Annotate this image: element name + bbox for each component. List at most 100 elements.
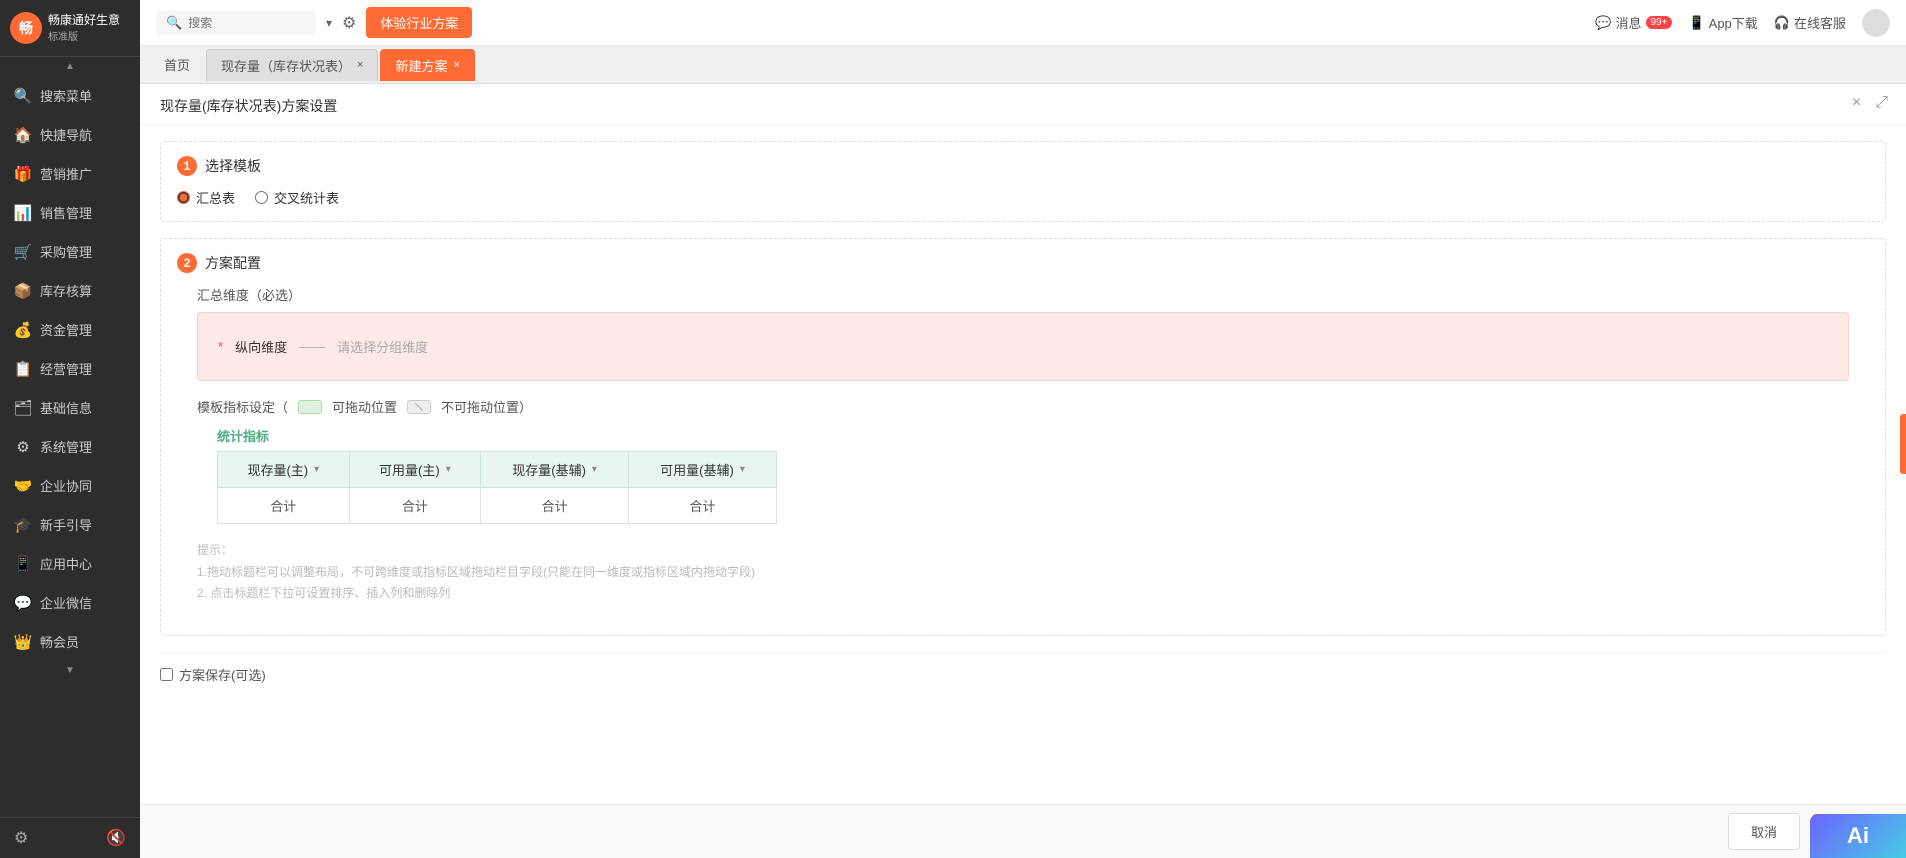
template-option-summary[interactable]: 汇总表 [177, 188, 235, 207]
messages-item[interactable]: 💬 消息 99+ [1595, 13, 1672, 32]
metrics-title: 模板指标设定（ [197, 397, 288, 416]
sales-icon: 📊 [14, 204, 32, 222]
search-dropdown-arrow[interactable]: ▾ [326, 16, 332, 30]
col-header-label-0: 现存量(主) [247, 460, 308, 479]
expand-window-button[interactable]: ⤢ [1869, 92, 1894, 114]
sidebar-item-marketing[interactable]: 🎁 营销推广 [0, 154, 140, 193]
agg-dimension-title: 汇总维度（必选） [197, 285, 1849, 304]
tabs-bar: 首页 现存量（库存状况表） × 新建方案 × [140, 46, 1906, 84]
app-download-item[interactable]: 📱 App下载 [1688, 13, 1757, 32]
settings-gear-icon[interactable]: ⚙ [342, 13, 356, 33]
ai-badge[interactable]: Ai [1810, 814, 1906, 858]
col-header-2[interactable]: 现存量(基辅) ▾ [481, 452, 629, 488]
sidebar-item-label: 搜索菜单 [40, 86, 126, 105]
message-icon: 💬 [1595, 15, 1611, 31]
metrics-section: 模板指标设定（ 可拖动位置 不可拖动位置） 统计指标 现存量(主) [197, 397, 1849, 524]
agg-dimension-section: 汇总维度（必选） * 纵向维度 —— 请选择分组维度 [197, 285, 1849, 381]
sidebar-logo: 畅 畅康通好生意 标准版 [0, 0, 140, 57]
app-download-icon: 📱 [1688, 15, 1704, 31]
agg-pink-box[interactable]: * 纵向维度 —— 请选择分组维度 [197, 312, 1849, 381]
sidebar-item-system[interactable]: ⚙ 系统管理 [0, 427, 140, 466]
search-box[interactable]: 🔍 [156, 11, 316, 35]
sidebar-scroll-down[interactable]: ▼ [0, 661, 140, 680]
online-service-item[interactable]: 🎧 在线客服 [1774, 13, 1846, 32]
window-controls: × ⤢ [1834, 84, 1906, 122]
sidebar-item-inventory[interactable]: 📦 库存核算 [0, 271, 140, 310]
template-option-cross[interactable]: 交叉统计表 [255, 188, 339, 207]
tab-new-scheme-label: 新建方案 [395, 56, 447, 75]
sidebar-item-search-menu[interactable]: 🔍 搜索菜单 [0, 76, 140, 115]
user-avatar[interactable] [1862, 9, 1890, 37]
sidebar-item-member[interactable]: 👑 畅会员 [0, 622, 140, 661]
step2-badge: 2 [177, 253, 197, 273]
col-header-0[interactable]: 现存量(主) ▾ [218, 452, 350, 488]
sidebar-item-label: 经营管理 [40, 359, 126, 378]
template-radio-summary[interactable] [177, 191, 190, 204]
tab-new-scheme[interactable]: 新建方案 × [380, 49, 474, 81]
system-icon: ⚙ [14, 438, 32, 456]
sidebar: 畅 畅康通好生意 标准版 ▲ 🔍 搜索菜单 🏠 快捷导航 🎁 营销推广 📊 销售… [0, 0, 140, 858]
right-edge-bar [1900, 414, 1906, 474]
search-icon: 🔍 [166, 15, 182, 31]
non-draggable-label: 不可拖动位置） [441, 397, 532, 416]
sidebar-item-finance[interactable]: 💰 资金管理 [0, 310, 140, 349]
sidebar-item-basic-info[interactable]: 🗂 基础信息 [0, 388, 140, 427]
sidebar-item-purchase[interactable]: 🛒 采购管理 [0, 232, 140, 271]
template-radio-cross[interactable] [255, 191, 268, 204]
tab-inventory-status[interactable]: 现存量（库存状况表） × [206, 49, 378, 81]
save-checkbox[interactable] [160, 668, 173, 681]
wechat-icon: 💬 [14, 594, 32, 612]
sidebar-item-enterprise[interactable]: 🤝 企业协同 [0, 466, 140, 505]
sidebar-item-label: 应用中心 [40, 554, 126, 573]
col-dropdown-3[interactable]: ▾ [740, 464, 745, 475]
sidebar-item-wechat[interactable]: 💬 企业微信 [0, 583, 140, 622]
settings-footer-icon[interactable]: ⚙ [14, 828, 28, 848]
sidebar-item-sales[interactable]: 📊 销售管理 [0, 193, 140, 232]
sidebar-item-label: 库存核算 [40, 281, 126, 300]
topbar: 🔍 ▾ ⚙ 体验行业方案 💬 消息 99+ 📱 App下载 🎧 在线客服 [140, 0, 1906, 46]
col-dropdown-2[interactable]: ▾ [592, 464, 597, 475]
enterprise-icon: 🤝 [14, 477, 32, 495]
col-dropdown-0[interactable]: ▾ [314, 464, 319, 475]
step2-title: 2 方案配置 [177, 253, 1869, 273]
messages-label: 消息 [1615, 13, 1641, 32]
search-menu-icon: 🔍 [14, 87, 32, 105]
basic-info-icon: 🗂 [14, 399, 32, 417]
tip-prefix: 提示： [197, 540, 1849, 562]
sidebar-item-newbie[interactable]: 🎓 新手引导 [0, 505, 140, 544]
template-cross-label: 交叉统计表 [274, 188, 339, 207]
stats-label: 统计指标 [217, 426, 1829, 445]
sidebar-item-quick-nav[interactable]: 🏠 快捷导航 [0, 115, 140, 154]
sidebar-scroll-up[interactable]: ▲ [0, 57, 140, 76]
sidebar-item-operations[interactable]: 📋 经营管理 [0, 349, 140, 388]
operations-icon: 📋 [14, 360, 32, 378]
tab-new-scheme-close-icon[interactable]: × [453, 59, 459, 71]
tab-home[interactable]: 首页 [150, 49, 204, 80]
messages-badge: 99+ [1646, 16, 1673, 29]
content-area: × ⤢ 现存量(库存状况表)方案设置 1 选择模板 汇总表 交叉统计表 [140, 84, 1906, 804]
trial-industry-button[interactable]: 体验行业方案 [366, 7, 472, 38]
main-area: 🔍 ▾ ⚙ 体验行业方案 💬 消息 99+ 📱 App下载 🎧 在线客服 首 [140, 0, 1906, 858]
sound-footer-icon[interactable]: 🔇 [106, 828, 126, 848]
sidebar-item-label: 新手引导 [40, 515, 126, 534]
template-options: 汇总表 交叉统计表 [177, 188, 1869, 207]
sidebar-item-label: 系统管理 [40, 437, 126, 456]
cell-0-2: 合计 [481, 488, 629, 524]
tab-inventory-label: 现存量（库存状况表） [221, 56, 351, 75]
col-header-3[interactable]: 可用量(基辅) ▾ [629, 452, 777, 488]
close-window-button[interactable]: × [1846, 92, 1867, 114]
cell-0-1: 合计 [349, 488, 481, 524]
online-service-label: 在线客服 [1794, 13, 1846, 32]
marketing-icon: 🎁 [14, 165, 32, 183]
search-input[interactable] [188, 16, 288, 30]
purchase-icon: 🛒 [14, 243, 32, 261]
cancel-button[interactable]: 取消 [1728, 813, 1800, 850]
sidebar-item-app-center[interactable]: 📱 应用中心 [0, 544, 140, 583]
app-center-icon: 📱 [14, 555, 32, 573]
col-header-label-2: 现存量(基辅) [512, 460, 586, 479]
tab-inventory-close-icon[interactable]: × [357, 59, 363, 71]
app-logo-icon: 畅 [10, 12, 42, 44]
sidebar-item-label: 营销推广 [40, 164, 126, 183]
col-header-1[interactable]: 可用量(主) ▾ [349, 452, 481, 488]
col-dropdown-1[interactable]: ▾ [446, 464, 451, 475]
